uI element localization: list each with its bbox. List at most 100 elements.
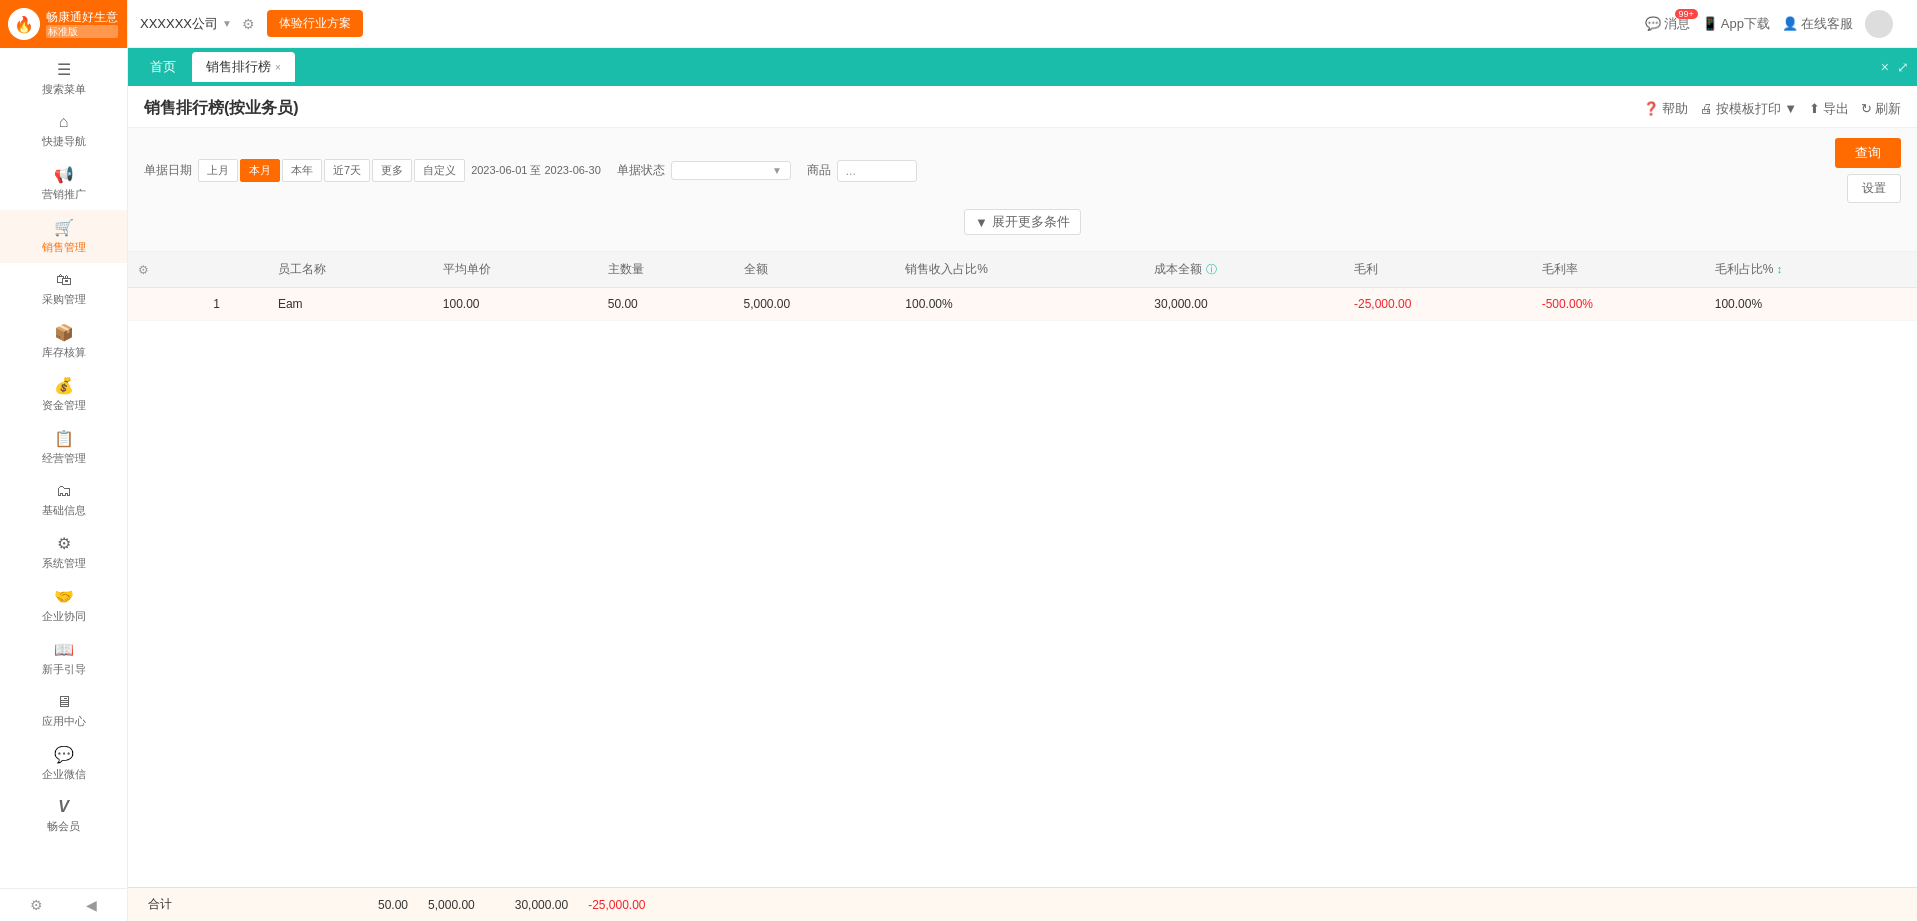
sidebar-item-search[interactable]: ☰ 搜索菜单 — [0, 52, 127, 105]
date-btn-last-month[interactable]: 上月 — [198, 159, 238, 182]
tab-home-label: 首页 — [150, 58, 176, 76]
filter-expand-row: ▼ 展开更多条件 — [144, 203, 1901, 241]
online-service-button[interactable]: 👤 在线客服 — [1782, 15, 1853, 33]
goods-select[interactable]: ... — [837, 160, 917, 182]
sidebar-item-finance[interactable]: 💰 资金管理 — [0, 368, 127, 421]
settings-button[interactable]: 设置 — [1847, 174, 1901, 203]
company-name: XXXXXX公司 — [140, 15, 218, 33]
sidebar-item-label: 快捷导航 — [42, 134, 86, 149]
message-icon: 💬 — [1645, 16, 1661, 31]
sidebar-nav: ☰ 搜索菜单 ⌂ 快捷导航 📢 营销推广 🛒 销售管理 🛍 采购管理 📦 库存核… — [0, 48, 127, 888]
filter-goods-item: 商品 ... — [807, 160, 917, 182]
sidebar-item-inventory[interactable]: 📦 库存核算 — [0, 315, 127, 368]
footer-cells: 合计 50.00 5,000.00 30,000.00 -25,000.00 — [138, 896, 1907, 913]
date-btn-more[interactable]: 更多 — [372, 159, 412, 182]
export-icon: ⬆ — [1809, 101, 1820, 116]
sidebar-item-basic[interactable]: 🗂 基础信息 — [0, 474, 127, 526]
print-label: 按模板打印 — [1716, 100, 1781, 118]
print-icon: 🖨 — [1700, 101, 1713, 116]
col-avg-price: 平均单价 — [433, 252, 598, 288]
sidebar-item-label: 资金管理 — [42, 398, 86, 413]
col-cost: 成本全额 ⓘ — [1144, 252, 1344, 288]
footer-amount: 5,000.00 — [418, 898, 485, 912]
sidebar-item-collab[interactable]: 🤝 企业协同 — [0, 579, 127, 632]
sidebar-logo: 🔥 畅康通好生意 标准版 — [0, 0, 127, 48]
tab-maximize-icon[interactable]: ⤢ — [1897, 59, 1909, 75]
page-actions: ❓ 帮助 🖨 按模板打印 ▼ ⬆ 导出 ↻ 刷新 — [1643, 100, 1901, 118]
footer-collapse-icon[interactable]: ◀ — [86, 897, 97, 913]
expand-more-button[interactable]: ▼ 展开更多条件 — [964, 209, 1081, 235]
filter-date-item: 单据日期 上月 本月 本年 近7天 更多 自定义 2023-06-01 至 20… — [144, 159, 601, 182]
tab-sales-ranking[interactable]: 销售排行榜 × — [192, 52, 295, 82]
sidebar-item-label: 应用中心 — [42, 714, 86, 729]
marketing-icon: 📢 — [54, 165, 74, 184]
tab-home[interactable]: 首页 — [136, 52, 190, 82]
sidebar-item-label: 企业微信 — [42, 767, 86, 782]
tab-sales-ranking-label: 销售排行榜 — [206, 58, 271, 76]
message-button[interactable]: 💬 消息 99+ — [1645, 15, 1690, 33]
date-btn-7days[interactable]: 近7天 — [324, 159, 370, 182]
tab-close-icon[interactable]: × — [275, 62, 281, 73]
topbar-settings-icon[interactable]: ⚙ — [242, 16, 255, 32]
cell-main-qty: 50.00 — [598, 288, 734, 321]
company-selector[interactable]: XXXXXX公司 ▼ — [140, 15, 232, 33]
sidebar-item-apps[interactable]: 🖥 应用中心 — [0, 685, 127, 737]
sidebar-item-member[interactable]: V 畅会员 — [0, 790, 127, 842]
col-sales-pct: 销售收入占比% — [895, 252, 1144, 288]
print-button[interactable]: 🖨 按模板打印 ▼ — [1700, 100, 1797, 118]
goods-select-text: ... — [846, 164, 908, 178]
search-menu-icon: ☰ — [57, 60, 71, 79]
sidebar-item-marketing[interactable]: 📢 营销推广 — [0, 157, 127, 210]
topbar: XXXXXX公司 ▼ ⚙ 体验行业方案 💬 消息 99+ 📱 App下载 👤 在… — [128, 0, 1917, 48]
refresh-icon: ↻ — [1861, 101, 1872, 116]
apps-icon: 🖥 — [56, 693, 72, 711]
help-label: 帮助 — [1662, 100, 1688, 118]
trial-button[interactable]: 体验行业方案 — [267, 10, 363, 37]
avatar[interactable] — [1865, 10, 1893, 38]
guide-icon: 📖 — [54, 640, 74, 659]
expand-label: 展开更多条件 — [992, 213, 1070, 231]
table-row: 1 Eam 100.00 50.00 5,000.00 100.00% 30,0… — [128, 288, 1917, 321]
basic-icon: 🗂 — [56, 482, 72, 500]
sidebar-item-operations[interactable]: 📋 经营管理 — [0, 421, 127, 474]
refresh-button[interactable]: ↻ 刷新 — [1861, 100, 1901, 118]
col-settings: ⚙ — [128, 252, 203, 288]
cell-avg-price: 100.00 — [433, 288, 598, 321]
status-select-arrow-icon: ▼ — [772, 165, 782, 176]
sidebar-item-purchase[interactable]: 🛍 采购管理 — [0, 263, 127, 315]
date-btn-this-year[interactable]: 本年 — [282, 159, 322, 182]
help-button[interactable]: ❓ 帮助 — [1643, 100, 1688, 118]
date-range-text: 2023-06-01 至 2023-06-30 — [471, 163, 601, 178]
col-rank — [203, 252, 268, 288]
export-label: 导出 — [1823, 100, 1849, 118]
query-button[interactable]: 查询 — [1835, 138, 1901, 168]
cell-rank: 1 — [203, 288, 268, 321]
date-btn-custom[interactable]: 自定义 — [414, 159, 465, 182]
goods-filter-label: 商品 — [807, 162, 831, 179]
col-gross-pct: 毛利占比% ↕ — [1705, 252, 1917, 288]
member-icon: V — [58, 798, 69, 816]
sidebar-item-sales[interactable]: 🛒 销售管理 — [0, 210, 127, 263]
sidebar-item-system[interactable]: ⚙ 系统管理 — [0, 526, 127, 579]
collab-icon: 🤝 — [54, 587, 74, 606]
footer-settings-icon[interactable]: ⚙ — [30, 897, 43, 913]
status-select[interactable]: ▼ — [671, 161, 791, 180]
sidebar-item-guide[interactable]: 📖 新手引导 — [0, 632, 127, 685]
footer-cost: 30,000.00 — [505, 898, 578, 912]
sidebar-item-quick-nav[interactable]: ⌂ 快捷导航 — [0, 105, 127, 157]
export-button[interactable]: ⬆ 导出 — [1809, 100, 1849, 118]
inventory-icon: 📦 — [54, 323, 74, 342]
company-arrow-icon: ▼ — [222, 18, 232, 29]
app-download-button[interactable]: 📱 App下载 — [1702, 15, 1770, 33]
service-icon: 👤 — [1782, 16, 1798, 31]
logo-title: 畅康通好生意 — [46, 10, 118, 26]
main-area: XXXXXX公司 ▼ ⚙ 体验行业方案 💬 消息 99+ 📱 App下载 👤 在… — [128, 0, 1917, 921]
gross-pct-info-icon: ↕ — [1777, 263, 1783, 275]
cell-sales-pct: 100.00% — [895, 288, 1144, 321]
sidebar-footer: ⚙ ◀ — [0, 888, 127, 921]
date-btn-this-month[interactable]: 本月 — [240, 159, 280, 182]
sales-icon: 🛒 — [54, 218, 74, 237]
tab-close-window-icon[interactable]: × — [1881, 59, 1889, 75]
app-label: App下载 — [1721, 15, 1770, 33]
sidebar-item-wechat[interactable]: 💬 企业微信 — [0, 737, 127, 790]
